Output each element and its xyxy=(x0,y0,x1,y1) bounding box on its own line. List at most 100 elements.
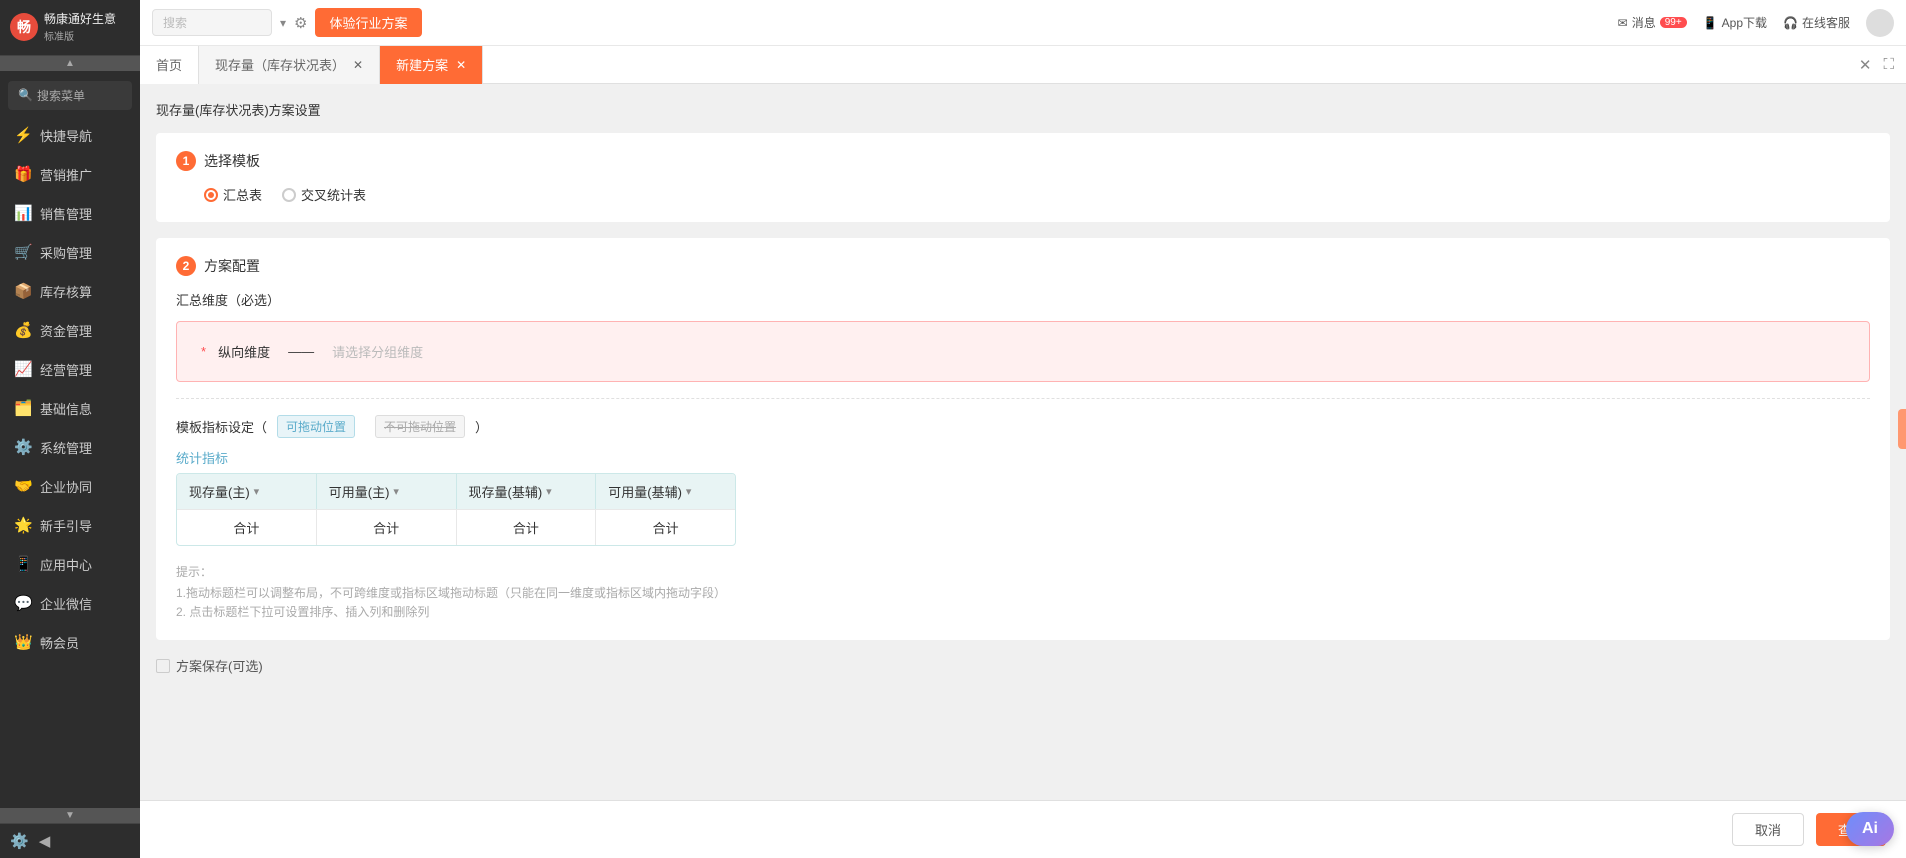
sidebar-item-label: 营销推广 xyxy=(40,165,92,184)
radio-summary[interactable]: 汇总表 xyxy=(204,185,262,204)
enterprise-collab-icon: 🤝 xyxy=(14,477,32,495)
tab-inventory-label: 现存量（库存状况表） xyxy=(215,55,345,74)
sidebar-scroll-down[interactable]: ▼ xyxy=(0,808,140,823)
right-edge-panel[interactable] xyxy=(1898,409,1906,449)
sidebar: 畅 畅康通好生意 标准版 ▲ 🔍 搜索菜单 ⚡ 快捷导航 🎁 营销推广 📊 销售… xyxy=(0,0,140,858)
app-download-btn[interactable]: 📱 App下载 xyxy=(1703,14,1767,31)
indicator-section: 模板指标设定（ 可拖动位置 不可拖动位置 ） 统计指标 现存量(主) ▾ xyxy=(176,415,1870,549)
sidebar-item-label: 企业微信 xyxy=(40,594,92,613)
collapse-icon[interactable]: ◀ xyxy=(39,832,51,850)
tab-home-label: 首页 xyxy=(156,55,182,74)
stats-col-3[interactable]: 可用量(基辅) ▾ xyxy=(596,474,735,509)
sidebar-item-label: 应用中心 xyxy=(40,555,92,574)
tab-inventory-status[interactable]: 现存量（库存状况表） ✕ xyxy=(199,46,380,84)
user-avatar[interactable] xyxy=(1866,9,1894,37)
app-edition: 标准版 xyxy=(44,28,116,43)
tips-item-1-text: 2. 点击标题栏下拉可设置排序、插入列和删除列 xyxy=(176,605,429,619)
app-download-label: App下载 xyxy=(1722,14,1767,31)
search-label: 搜索菜单 xyxy=(37,87,85,104)
step1-label: 1 选择模板 xyxy=(176,151,260,171)
tab-close-all-btn[interactable]: ✕ xyxy=(1855,52,1876,78)
topbar-dropdown-icon[interactable]: ▾ xyxy=(280,16,286,30)
stats-col-2-label: 现存量(基辅) xyxy=(469,482,543,501)
ai-float-btn[interactable]: Ai xyxy=(1846,812,1894,846)
sidebar-item-quick-nav[interactable]: ⚡ 快捷导航 xyxy=(0,116,140,155)
sidebar-item-new-guide[interactable]: 🌟 新手引导 xyxy=(0,506,140,545)
sidebar-search[interactable]: 🔍 搜索菜单 xyxy=(8,81,132,110)
stats-col-3-label: 可用量(基辅) xyxy=(608,482,682,501)
stats-cell-1: 合计 xyxy=(317,509,457,545)
radio-summary-dot xyxy=(204,188,218,202)
sidebar-item-marketing[interactable]: 🎁 营销推广 xyxy=(0,155,140,194)
service-icon: 🎧 xyxy=(1783,16,1798,30)
radio-crosstab-label: 交叉统计表 xyxy=(301,185,366,204)
sidebar-item-label: 畅会员 xyxy=(40,633,79,652)
topbar-gear-icon[interactable]: ⚙ xyxy=(294,14,307,32)
messages-badge: 99+ xyxy=(1660,17,1687,28)
stats-col-2[interactable]: 现存量(基辅) ▾ xyxy=(457,474,597,509)
tab-new-plan-close-icon[interactable]: ✕ xyxy=(456,58,466,72)
sidebar-item-sales[interactable]: 📊 销售管理 xyxy=(0,194,140,233)
stats-col-2-chevron[interactable]: ▾ xyxy=(546,485,552,498)
tabs-actions: ✕ ⛶ xyxy=(1855,52,1906,78)
sidebar-item-label: 资金管理 xyxy=(40,321,92,340)
stats-col-0-chevron[interactable]: ▾ xyxy=(254,485,260,498)
tab-new-plan[interactable]: 新建方案 ✕ xyxy=(380,46,483,84)
indicator-tag-draggable: 可拖动位置 xyxy=(277,415,355,438)
tab-expand-btn[interactable]: ⛶ xyxy=(1879,52,1898,78)
sidebar-item-inventory[interactable]: 📦 库存核算 xyxy=(0,272,140,311)
messages-label: 消息 xyxy=(1632,14,1656,31)
new-guide-icon: 🌟 xyxy=(14,516,32,534)
topbar: 搜索 ▾ ⚙ 体验行业方案 ✉ 消息 99+ 📱 App下载 🎧 在线客服 xyxy=(140,0,1906,46)
stats-col-1-label: 可用量(主) xyxy=(329,482,390,501)
sidebar-item-app-center[interactable]: 📱 应用中心 xyxy=(0,545,140,584)
tab-new-plan-label: 新建方案 xyxy=(396,55,448,74)
main-area: 搜索 ▾ ⚙ 体验行业方案 ✉ 消息 99+ 📱 App下载 🎧 在线客服 xyxy=(140,0,1906,858)
tab-home[interactable]: 首页 xyxy=(140,46,199,84)
sidebar-item-finance[interactable]: 💰 资金管理 xyxy=(0,311,140,350)
sidebar-item-label: 新手引导 xyxy=(40,516,92,535)
stats-cell-0: 合计 xyxy=(177,509,317,545)
field-dash: —— xyxy=(288,344,314,359)
sidebar-item-wechat[interactable]: 💬 企业微信 xyxy=(0,584,140,623)
tab-inventory-close-icon[interactable]: ✕ xyxy=(353,58,363,72)
vip-icon: 👑 xyxy=(14,633,32,651)
content-area: 现存量(库存状况表)方案设置 1 选择模板 汇总表 交叉统计表 xyxy=(140,84,1906,800)
search-icon: 🔍 xyxy=(18,88,33,102)
tabs-bar: 首页 现存量（库存状况表） ✕ 新建方案 ✕ ✕ ⛶ xyxy=(140,46,1906,84)
sidebar-item-enterprise-collab[interactable]: 🤝 企业协同 xyxy=(0,467,140,506)
radio-crosstab[interactable]: 交叉统计表 xyxy=(282,185,366,204)
sidebar-bottom: ⚙️ ◀ xyxy=(0,823,140,858)
stats-col-0-label: 现存量(主) xyxy=(189,482,250,501)
bottom-bar: 取消 查询 xyxy=(140,800,1906,858)
save-row: 方案保存(可选) xyxy=(156,656,1890,675)
step2-card: 2 方案配置 汇总维度（必选） * 纵向维度 —— 请选择分组维度 xyxy=(156,238,1890,640)
sidebar-item-vip[interactable]: 👑 畅会员 xyxy=(0,623,140,662)
sales-icon: 📊 xyxy=(14,204,32,222)
sidebar-scroll-up[interactable]: ▲ xyxy=(0,56,140,71)
stats-col-3-chevron[interactable]: ▾ xyxy=(686,485,692,498)
cancel-button[interactable]: 取消 xyxy=(1732,813,1804,846)
topbar-search-box[interactable]: 搜索 xyxy=(152,9,272,36)
online-service-btn[interactable]: 🎧 在线客服 xyxy=(1783,14,1850,31)
sidebar-item-label: 基础信息 xyxy=(40,399,92,418)
sidebar-item-operations[interactable]: 📈 经营管理 xyxy=(0,350,140,389)
stats-col-1-chevron[interactable]: ▾ xyxy=(393,485,399,498)
sidebar-item-basic-info[interactable]: 🗂️ 基础信息 xyxy=(0,389,140,428)
settings-icon[interactable]: ⚙️ xyxy=(10,832,29,850)
stats-col-1[interactable]: 可用量(主) ▾ xyxy=(317,474,457,509)
sidebar-item-system[interactable]: ⚙️ 系统管理 xyxy=(0,428,140,467)
marketing-icon: 🎁 xyxy=(14,165,32,183)
dimension-dropdown[interactable]: 请选择分组维度 xyxy=(332,342,423,361)
dimension-field-row: * 纵向维度 —— 请选择分组维度 xyxy=(201,342,1845,361)
stats-table-body: 合计 合计 合计 合计 xyxy=(177,509,735,545)
step1-title: 选择模板 xyxy=(204,151,260,171)
required-star: * xyxy=(201,344,206,359)
messages-btn[interactable]: ✉ 消息 99+ xyxy=(1618,14,1687,31)
sidebar-item-purchase[interactable]: 🛒 采购管理 xyxy=(0,233,140,272)
trial-btn[interactable]: 体验行业方案 xyxy=(315,8,421,37)
indicator-tag-not-draggable: 不可拖动位置 xyxy=(375,415,465,438)
save-checkbox[interactable] xyxy=(156,659,170,673)
indicator-row: 模板指标设定（ 可拖动位置 不可拖动位置 ） xyxy=(176,415,1870,438)
stats-col-0[interactable]: 现存量(主) ▾ xyxy=(177,474,317,509)
